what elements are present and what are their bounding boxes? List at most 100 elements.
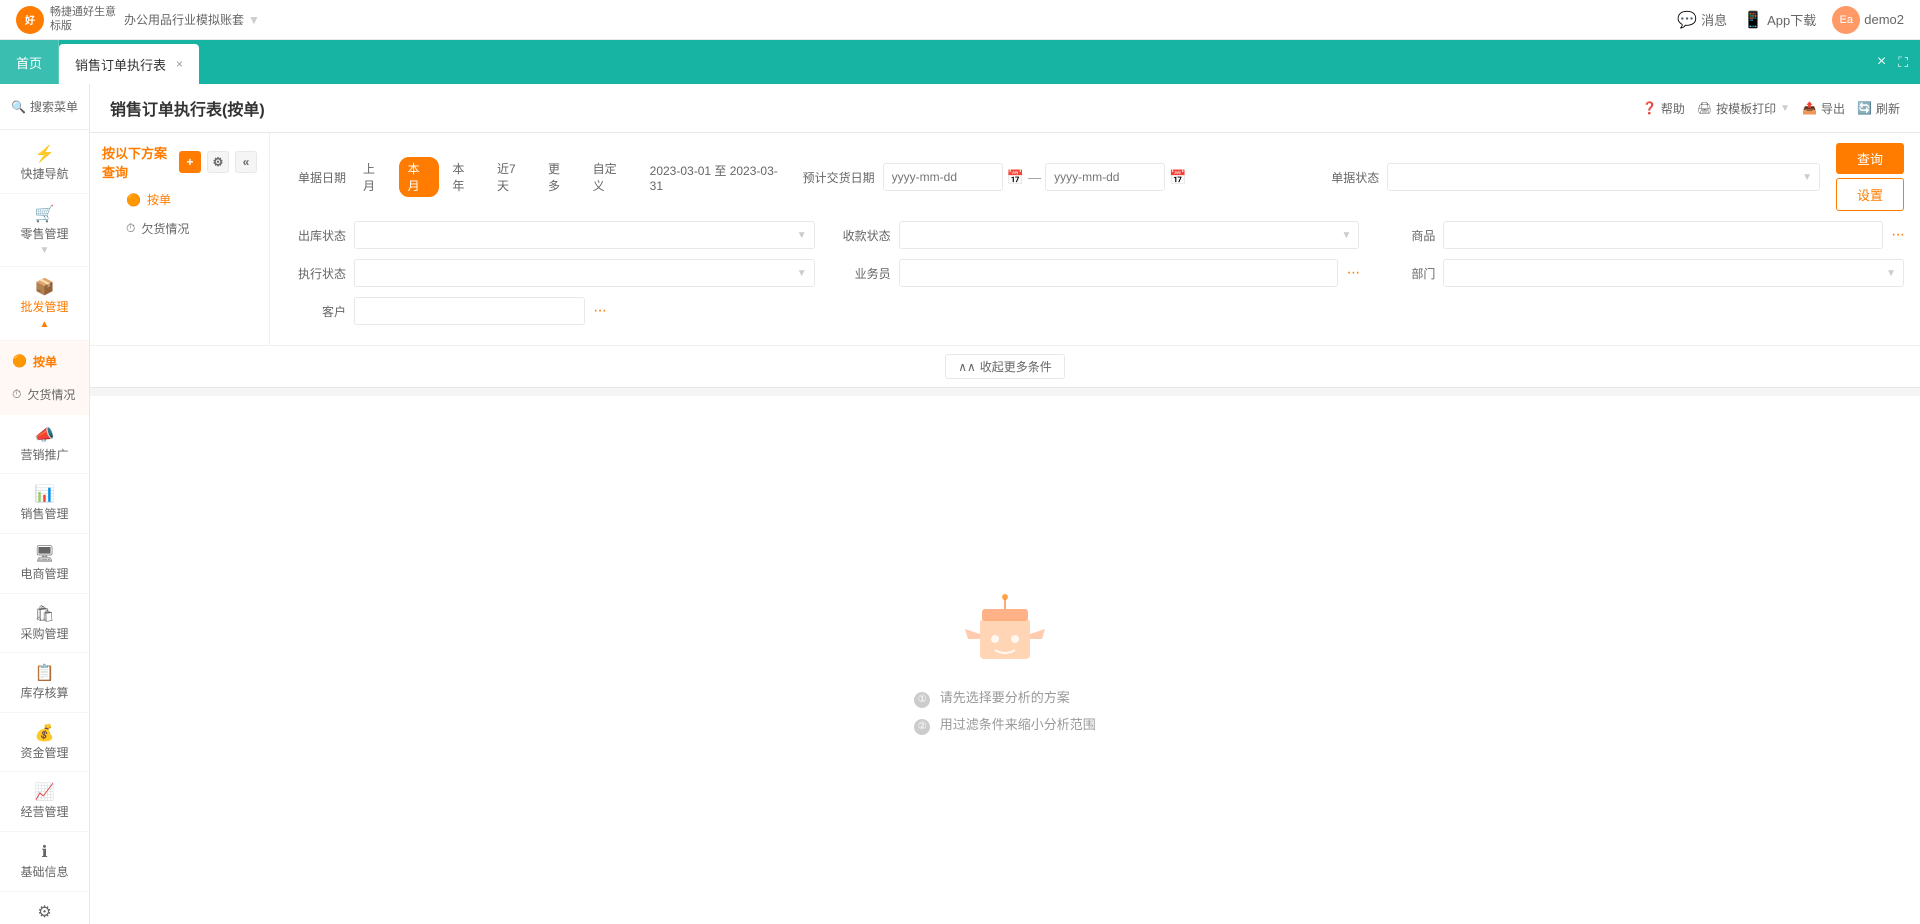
- collapse-btn[interactable]: ∧∧ 收起更多条件: [945, 354, 1065, 379]
- user-area[interactable]: Ea demo2: [1832, 6, 1904, 34]
- filter-salesperson: 业务员 ···: [831, 259, 1360, 287]
- scheme-panel: 按以下方案查询 + ⚙ «: [90, 133, 270, 345]
- top-bar-right: 💬 消息 📱 App下载 Ea demo2: [1677, 6, 1904, 34]
- filter-single-date: 单据日期 上月 本月 本年 近7天 更多 自定义 2023-03-01 至 20…: [286, 157, 787, 197]
- settings-btn[interactable]: 设置: [1836, 178, 1904, 211]
- tab-home[interactable]: 首页: [0, 40, 59, 84]
- page-header-actions: ❓ 帮助 🖨 按模板打印 ▼ 📤 导出 🔄 刷新: [1642, 100, 1900, 117]
- page-header: 销售订单执行表(按单) ❓ 帮助 🖨 按模板打印 ▼ 📤 导出 🔄 刷新: [90, 84, 1920, 133]
- avatar: Ea: [1832, 6, 1860, 34]
- help-btn[interactable]: ❓ 帮助: [1642, 100, 1685, 117]
- scheme-sub-items: 🟠 按单 ⏱ 欠货情况: [102, 181, 257, 247]
- empty-state-svg: [960, 584, 1050, 674]
- print-chevron-icon: ▼: [1780, 103, 1790, 114]
- receipt-status-select[interactable]: [899, 221, 1360, 249]
- date-tab-more[interactable]: 更多: [539, 157, 580, 197]
- date-tab-this-month[interactable]: 本月: [399, 157, 440, 197]
- sidebar-item-basic[interactable]: ℹ 基础信息: [0, 832, 89, 892]
- tab-sales-order[interactable]: 销售订单执行表 ×: [59, 44, 199, 84]
- search-icon: 🔍: [11, 100, 26, 114]
- message-btn[interactable]: 💬 消息: [1677, 10, 1727, 30]
- dept-wrapper: ▼: [1443, 259, 1904, 287]
- print-btn[interactable]: 🖨 按模板打印 ▼: [1697, 100, 1790, 117]
- product-more-icon[interactable]: ···: [1891, 226, 1904, 244]
- expected-date-from[interactable]: [883, 163, 1003, 191]
- filter-row-3: 执行状态 ▼ 业务员 ···: [286, 259, 1904, 287]
- sidebar-item-system[interactable]: ⚙ 系统管理: [0, 892, 89, 924]
- window-max-icon[interactable]: ⛶: [1898, 54, 1908, 71]
- wholesale-expand-icon: ▲: [40, 319, 50, 330]
- tab-close-icon[interactable]: ×: [176, 57, 183, 71]
- sidebar: 🔍 搜索菜单 ⚡ 快捷导航 🛒 零售管理 ▼ 📦 批发管理 ▲ �: [0, 84, 90, 924]
- filter-doc-status: 单据状态 ▼: [1319, 163, 1820, 191]
- date-tab-7days[interactable]: 近7天: [488, 157, 535, 197]
- settings-scheme-btn[interactable]: ⚙: [207, 151, 229, 173]
- sidebar-item-marketing[interactable]: 📣 营销推广: [0, 415, 89, 475]
- expected-date-to[interactable]: [1045, 163, 1165, 191]
- date-tab-last-month[interactable]: 上月: [354, 157, 395, 197]
- customer-more-icon[interactable]: ···: [593, 302, 606, 320]
- sidebar-item-quick-nav[interactable]: ⚡ 快捷导航: [0, 134, 89, 194]
- scheme-item-按单[interactable]: 🟠 按单: [102, 185, 257, 214]
- hint-num2: ②: [914, 719, 930, 735]
- sidebar-subitem-欠货[interactable]: ⏱ 欠货情况: [0, 378, 89, 411]
- sidebar-item-wholesale[interactable]: 📦 批发管理 ▲: [0, 267, 89, 341]
- sidebar-nav: ⚡ 快捷导航 🛒 零售管理 ▼ 📦 批发管理 ▲ 🟠 按单 ⏱: [0, 130, 89, 924]
- app-download-btn[interactable]: 📱 App下载: [1743, 10, 1816, 30]
- add-scheme-btn[interactable]: +: [179, 151, 201, 173]
- filter-scheme-row: 按以下方案查询 + ⚙ «: [90, 133, 1920, 346]
- customer-input[interactable]: [354, 297, 585, 325]
- refresh-btn[interactable]: 🔄 刷新: [1857, 100, 1900, 117]
- sidebar-item-sales[interactable]: 📊 销售管理: [0, 474, 89, 534]
- export-icon: 📤: [1802, 101, 1817, 115]
- sidebar-item-purchase[interactable]: 🛍 采购管理: [0, 594, 89, 654]
- refresh-icon: 🔄: [1857, 101, 1872, 115]
- expected-date-range: 📅 — 📅: [883, 163, 1304, 191]
- sidebar-item-operations[interactable]: 📈 经营管理: [0, 772, 89, 832]
- date-tab-this-year[interactable]: 本年: [443, 157, 484, 197]
- salesperson-more-icon[interactable]: ···: [1346, 264, 1359, 282]
- sidebar-item-finance[interactable]: 💰 资金管理: [0, 713, 89, 773]
- calendar-to-icon[interactable]: 📅: [1169, 169, 1186, 186]
- calendar-from-icon[interactable]: 📅: [1007, 169, 1024, 186]
- top-bar-left: 好 畅捷通好生意 标版 办公用品行业模拟账套 ▼: [16, 6, 260, 34]
- sidebar-item-inventory[interactable]: 📋 库存核算: [0, 653, 89, 713]
- date-tab-custom[interactable]: 自定义: [584, 157, 636, 197]
- date-range-display: 2023-03-01 至 2023-03-31: [650, 162, 787, 193]
- export-btn[interactable]: 📤 导出: [1802, 100, 1845, 117]
- scheme-item-欠货[interactable]: ⏱ 欠货情况: [102, 214, 257, 243]
- sidebar-item-retail[interactable]: 🛒 零售管理 ▼: [0, 194, 89, 268]
- main-layout: 🔍 搜索菜单 ⚡ 快捷导航 🛒 零售管理 ▼ 📦 批发管理 ▲ �: [0, 84, 1920, 924]
- collapse-up-icon: ∧∧: [958, 360, 976, 374]
- sidebar-subitem-按单[interactable]: 🟠 按单: [0, 345, 89, 378]
- product-input[interactable]: [1443, 221, 1883, 249]
- doc-status-wrapper: ▼: [1387, 163, 1820, 191]
- scheme-item-icon: ⏱: [126, 221, 135, 236]
- exec-status-wrapper: ▼: [354, 259, 815, 287]
- 按单-icon: 🟠: [12, 354, 27, 368]
- app-icon: 📱: [1743, 10, 1763, 30]
- dept-select[interactable]: [1443, 259, 1904, 287]
- sidebar-item-ecommerce[interactable]: 🖥 电商管理: [0, 534, 89, 594]
- action-buttons: 查询 设置: [1836, 143, 1904, 211]
- doc-status-select[interactable]: [1387, 163, 1820, 191]
- exec-status-select[interactable]: [354, 259, 815, 287]
- logo-icon: 好: [16, 6, 44, 34]
- out-status-select[interactable]: [354, 221, 815, 249]
- breadcrumb[interactable]: 办公用品行业模拟账套 ▼: [124, 11, 260, 28]
- top-bar: 好 畅捷通好生意 标版 办公用品行业模拟账套 ▼ 💬 消息 📱 App下载 Ea…: [0, 0, 1920, 40]
- wholesale-sub-section: 🟠 按单 ⏱ 欠货情况: [0, 341, 89, 415]
- sales-icon: 📊: [35, 484, 55, 504]
- message-icon: 💬: [1677, 10, 1697, 30]
- marketing-icon: 📣: [35, 425, 55, 445]
- filter-row-1: 单据日期 上月 本月 本年 近7天 更多 自定义 2023-03-01 至 20…: [286, 143, 1904, 211]
- system-icon: ⚙: [37, 902, 51, 922]
- query-btn[interactable]: 查询: [1836, 143, 1904, 174]
- page-title: 销售订单执行表(按单): [110, 96, 265, 120]
- salesperson-input[interactable]: [899, 259, 1339, 287]
- collapse-scheme-btn[interactable]: «: [235, 151, 257, 173]
- window-close-icon[interactable]: ×: [1877, 53, 1886, 71]
- settings-icon: ⚙: [213, 155, 224, 169]
- basic-icon: ℹ: [41, 842, 47, 862]
- search-menu-btn[interactable]: 🔍 搜索菜单: [8, 94, 81, 119]
